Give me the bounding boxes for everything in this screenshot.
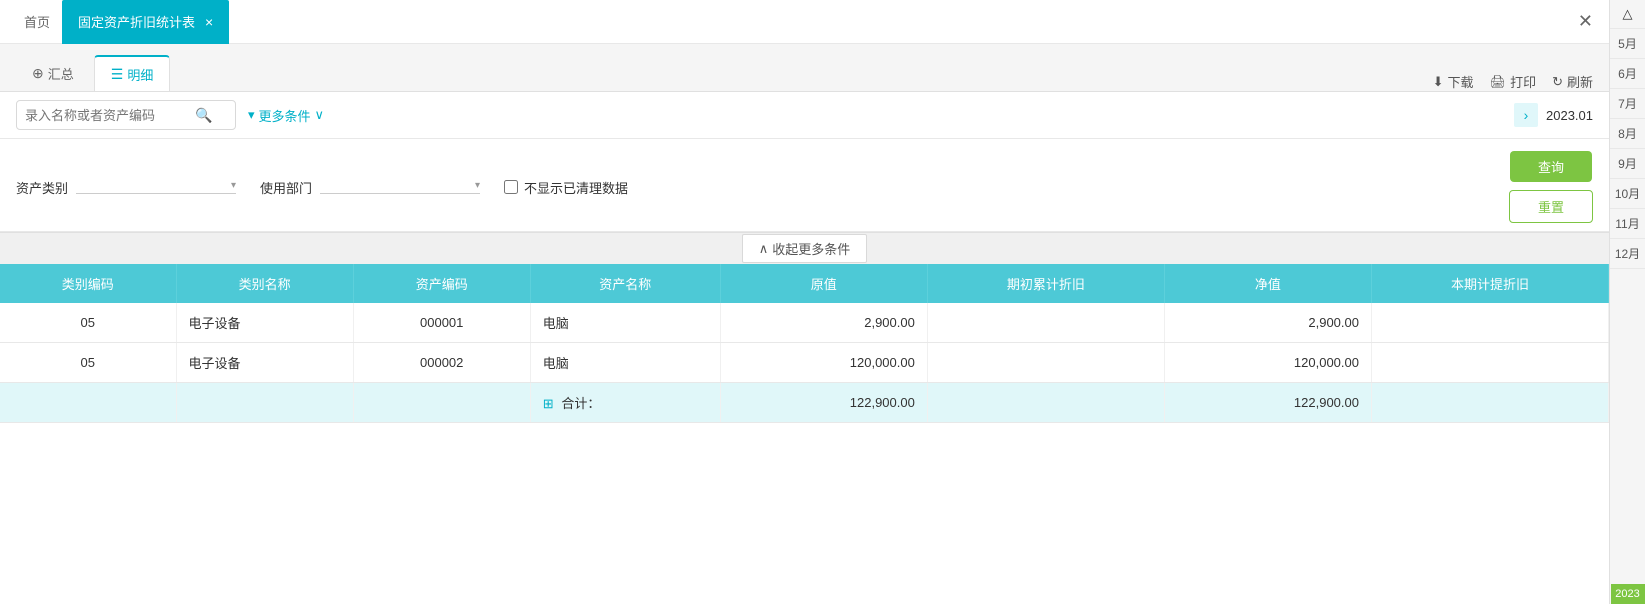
- main-tab: 固定资产折旧统计表 ×: [62, 0, 229, 44]
- top-nav: 首页 固定资产折旧统计表 × ✕: [0, 0, 1609, 44]
- hide-cleared-label: 不显示已清理数据: [524, 178, 628, 197]
- department-label: 使用部门: [260, 178, 312, 197]
- search-icon[interactable]: 🔍: [195, 107, 212, 124]
- tab-close-button[interactable]: ×: [205, 14, 213, 30]
- row2-net-value: 120,000.00: [1164, 343, 1371, 383]
- print-button[interactable]: 🖨 打印: [1490, 72, 1537, 91]
- table-total-row: ⊞ 合计： 122,900.00 122,900.00: [0, 383, 1609, 423]
- collapse-bar: ∧ 收起更多条件: [0, 232, 1609, 264]
- asset-category-arrow-icon: ▾: [231, 180, 236, 191]
- sidebar-month-7[interactable]: 7月: [1610, 89, 1645, 119]
- col-asset-name: 资产名称: [530, 264, 720, 303]
- hide-cleared-checkbox[interactable]: [504, 180, 518, 194]
- search-input[interactable]: [25, 108, 195, 123]
- refresh-icon: ↻: [1552, 74, 1563, 90]
- sidebar-month-6[interactable]: 6月: [1610, 59, 1645, 89]
- query-button[interactable]: 查询: [1510, 151, 1592, 182]
- row1-asset-name: 电脑: [530, 303, 720, 343]
- table-row: 05 电子设备 000002 电脑 120,000.00 120,000.00: [0, 343, 1609, 383]
- tab-summary[interactable]: ⊕ 汇总: [16, 55, 90, 91]
- total-icon: ⊞: [543, 396, 554, 411]
- total-label: ⊞ 合计：: [530, 383, 720, 423]
- collapse-icon: ∧: [759, 241, 769, 257]
- reset-button[interactable]: 重置: [1509, 190, 1593, 223]
- tab-actions: ⬇ 下载 🖨 打印 ↻ 刷新: [1433, 72, 1593, 91]
- data-table-wrap: 类别编码 类别名称 资产编码 资产名称 原值 期初累计折旧 净值 本期计提折旧 …: [0, 264, 1609, 604]
- row2-asset-code: 000002: [353, 343, 530, 383]
- col-original-value: 原值: [720, 264, 927, 303]
- more-filter-button[interactable]: ▾ 更多条件 ∨: [248, 106, 324, 125]
- row2-asset-name: 电脑: [530, 343, 720, 383]
- col-current-depr: 本期计提折旧: [1371, 264, 1608, 303]
- row2-current-depr: [1371, 343, 1608, 383]
- right-sidebar: △ 5月 6月 7月 8月 9月 10月 11月 12月 2023: [1609, 0, 1645, 604]
- total-accum-depr: [927, 383, 1164, 423]
- refresh-button[interactable]: ↻ 刷新: [1552, 72, 1593, 91]
- filter-btn-actions: 查询 重置: [1509, 151, 1593, 223]
- row1-accum-depr: [927, 303, 1164, 343]
- summary-icon: ⊕: [32, 65, 44, 82]
- row1-asset-code: 000001: [353, 303, 530, 343]
- hide-cleared-checkbox-item: 不显示已清理数据: [504, 178, 628, 197]
- row1-original: 2,900.00: [720, 303, 927, 343]
- row2-original: 120,000.00: [720, 343, 927, 383]
- total-net-value: 122,900.00: [1164, 383, 1371, 423]
- col-asset-code: 资产编码: [353, 264, 530, 303]
- tab-detail[interactable]: ☰ 明细: [94, 55, 171, 91]
- row1-net-value: 2,900.00: [1164, 303, 1371, 343]
- total-current-depr: [1371, 383, 1608, 423]
- table-row: 05 电子设备 000001 电脑 2,900.00 2,900.00: [0, 303, 1609, 343]
- nav-arrow-button[interactable]: ›: [1514, 103, 1538, 127]
- chevron-down-icon: ∨: [315, 107, 325, 123]
- sidebar-month-11[interactable]: 11月: [1610, 209, 1645, 239]
- department-select[interactable]: ▾: [320, 180, 480, 194]
- download-button[interactable]: ⬇ 下载: [1433, 72, 1474, 91]
- row1-category: 电子设备: [176, 303, 353, 343]
- sidebar-month-10[interactable]: 10月: [1610, 179, 1645, 209]
- search-bar: 🔍 ▾ 更多条件 ∨ › 2023.01: [0, 92, 1609, 139]
- row2-code: 05: [0, 343, 176, 383]
- data-table: 类别编码 类别名称 资产编码 资产名称 原值 期初累计折旧 净值 本期计提折旧 …: [0, 264, 1609, 423]
- asset-category-select[interactable]: ▾: [76, 180, 236, 194]
- window-close-button[interactable]: ✕: [1578, 11, 1593, 32]
- sidebar-up-button[interactable]: △: [1610, 0, 1645, 29]
- department-filter: 使用部门 ▾: [260, 178, 480, 197]
- total-original: 122,900.00: [720, 383, 927, 423]
- asset-category-label: 资产类别: [16, 178, 68, 197]
- col-category-name: 类别名称: [176, 264, 353, 303]
- table-header: 类别编码 类别名称 资产编码 资产名称 原值 期初累计折旧 净值 本期计提折旧: [0, 264, 1609, 303]
- row2-accum-depr: [927, 343, 1164, 383]
- table-body: 05 电子设备 000001 电脑 2,900.00 2,900.00 05 电…: [0, 303, 1609, 423]
- row1-code: 05: [0, 303, 176, 343]
- tab-summary-label: 汇总: [48, 64, 74, 83]
- detail-icon: ☰: [111, 66, 124, 83]
- sidebar-month-8[interactable]: 8月: [1610, 119, 1645, 149]
- filter-icon: ▾: [248, 107, 255, 123]
- sidebar-year-badge: 2023: [1611, 584, 1645, 604]
- filter-row: 资产类别 ▾ 使用部门 ▾ 不显示已清理数据 查询 重置: [16, 151, 1593, 223]
- collapse-button[interactable]: ∧ 收起更多条件: [742, 234, 868, 263]
- date-label: 2023.01: [1546, 108, 1593, 123]
- filter-conditions: 资产类别 ▾ 使用部门 ▾ 不显示已清理数据 查询 重置: [0, 139, 1609, 232]
- asset-category-filter: 资产类别 ▾: [16, 178, 236, 197]
- main-tab-label: 固定资产折旧统计表: [78, 12, 195, 31]
- tab-detail-label: 明细: [127, 65, 153, 84]
- col-net-value: 净值: [1164, 264, 1371, 303]
- nav-home[interactable]: 首页: [16, 12, 58, 31]
- download-icon: ⬇: [1433, 74, 1444, 90]
- search-input-wrap: 🔍: [16, 100, 236, 130]
- department-arrow-icon: ▾: [475, 180, 480, 191]
- row1-current-depr: [1371, 303, 1608, 343]
- col-accum-depr: 期初累计折旧: [927, 264, 1164, 303]
- sidebar-month-9[interactable]: 9月: [1610, 149, 1645, 179]
- sidebar-month-12[interactable]: 12月: [1610, 239, 1645, 269]
- sub-tabs-bar: ⊕ 汇总 ☰ 明细 ⬇ 下载 🖨 打印 ↻ 刷新: [0, 44, 1609, 92]
- col-category-code: 类别编码: [0, 264, 176, 303]
- row2-category: 电子设备: [176, 343, 353, 383]
- sidebar-month-5[interactable]: 5月: [1610, 29, 1645, 59]
- print-icon: 🖨: [1490, 74, 1507, 90]
